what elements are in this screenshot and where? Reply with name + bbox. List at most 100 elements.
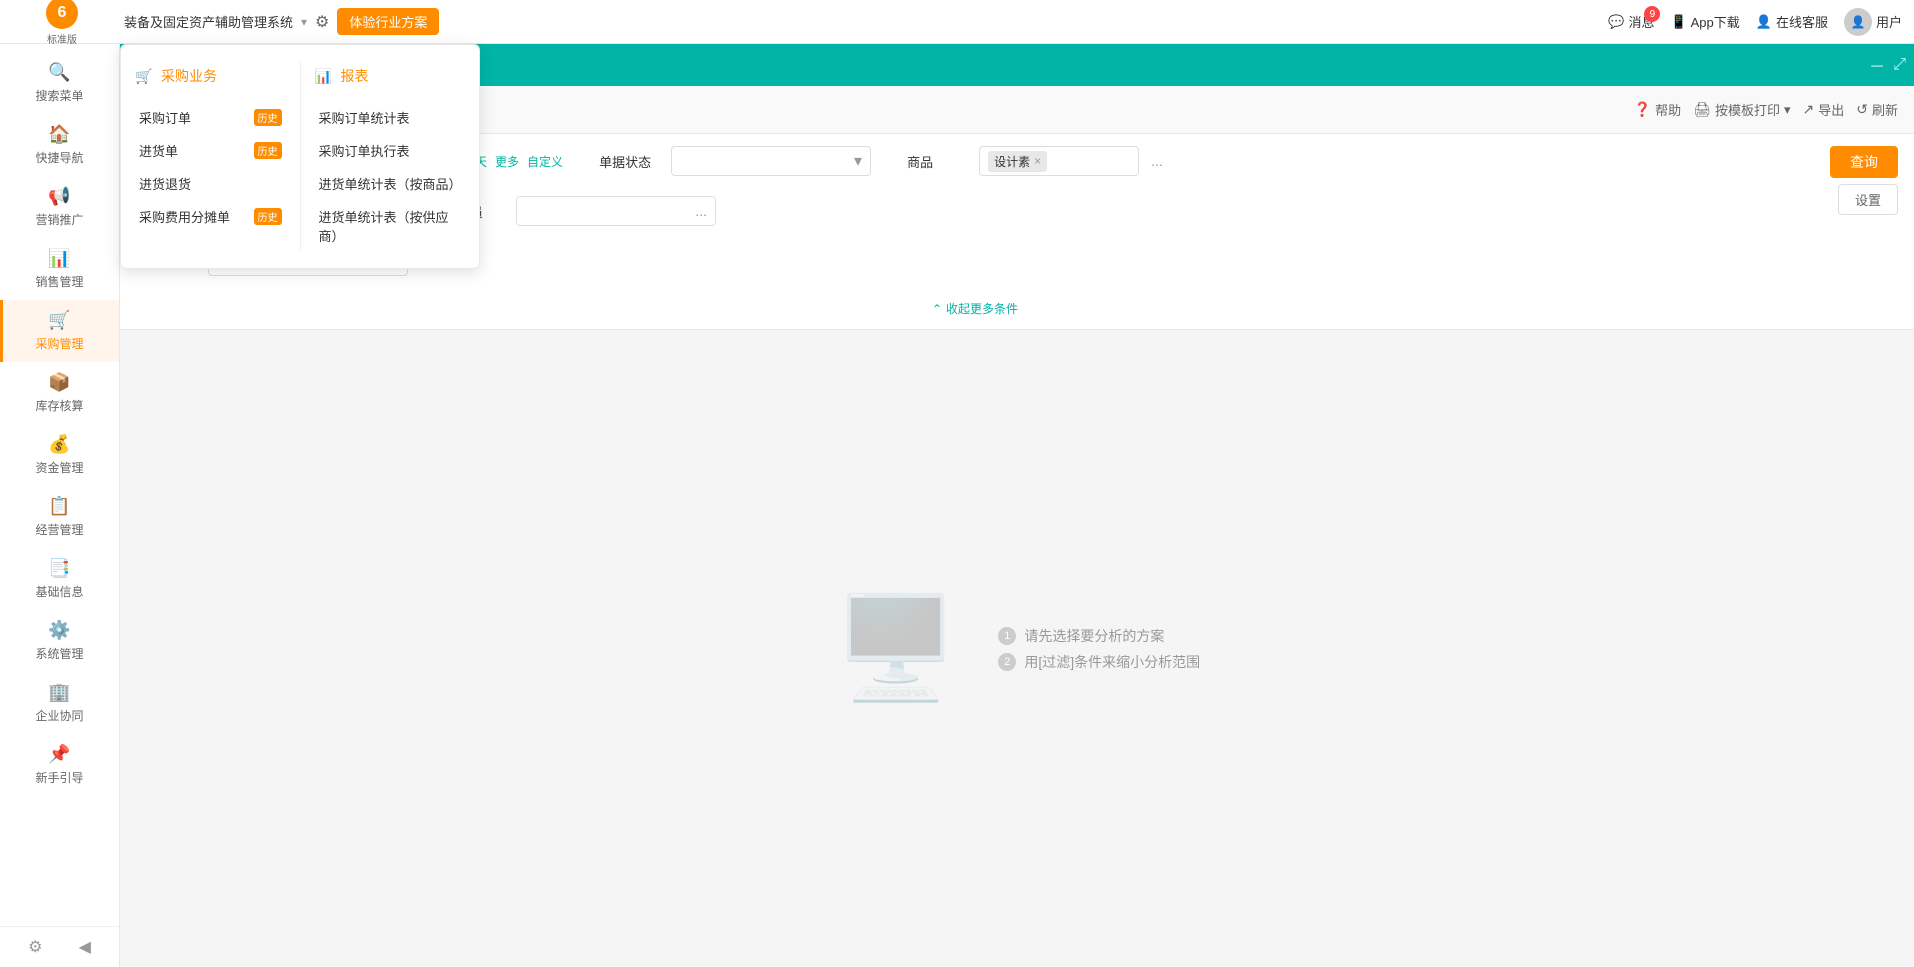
dropdown-item-receipt-stats-goods[interactable]: 进货单统计表（按商品） [313,167,468,200]
sidebar-label-guide: 新手引导 [35,769,83,786]
sidebar-item-purchase[interactable]: 🛒 采购管理 [0,300,119,362]
dropdown-item-order-exec[interactable]: 采购订单执行表 [313,134,468,167]
service-icon: 👤 [1756,14,1772,30]
sidebar-item-quick-nav[interactable]: 🏠 快捷导航 [0,114,119,176]
purchase-icon: 🛒 [48,310,70,331]
dropdown-col-reports-title: 📊 报表 [313,61,468,91]
sidebar-item-inventory[interactable]: 📦 库存核算 [0,362,119,424]
empty-state: 🖥️ 1 请先选择要分析的方案 2 用[过滤]条件来缩小分析范围 [120,330,1914,967]
refresh-icon: ↺ [1856,101,1868,118]
user-item[interactable]: 👤 用户 [1844,8,1902,36]
print-icon: 🖨 [1693,101,1711,118]
refresh-btn[interactable]: ↺ 刷新 [1856,100,1898,119]
sidebar-label-purchase: 采购管理 [35,335,83,352]
gear-icon[interactable]: ⚙ [315,12,329,32]
search-icon: 🔍 [48,62,70,83]
notification-item[interactable]: 💬 消息 9 [1608,12,1654,31]
notification-badge: 9 [1644,6,1660,22]
avatar: 👤 [1844,8,1872,36]
main-layout: 🔍 搜索菜单 🏠 快捷导航 📢 营销推广 📊 销售管理 🛒 采购管理 📦 库存核… [0,44,1914,967]
print-arrow-icon[interactable]: ▾ [1784,102,1791,118]
sidebar-item-operations[interactable]: 📋 经营管理 [0,486,119,548]
dropdown-item-purchase-order[interactable]: 采购订单 历史 [133,101,288,134]
logo-icon: 6 [46,0,78,29]
export-icon: ↗ [1803,101,1815,118]
dropdown-item-order-stats[interactable]: 采购订单统计表 [313,101,468,134]
sidebar-collapse-btn[interactable]: ◀ [79,937,91,957]
industry-button[interactable]: 体验行业方案 [337,8,439,35]
sidebar: 🔍 搜索菜单 🏠 快捷导航 📢 营销推广 📊 销售管理 🛒 采购管理 📦 库存核… [0,44,120,967]
dropdown-arrow-icon[interactable]: ▾ [301,15,307,29]
dropdown-col-purchase-title: 🛒 采购业务 [133,61,288,91]
sidebar-item-sales[interactable]: 📊 销售管理 [0,238,119,300]
sidebar-label-system: 系统管理 [35,645,83,662]
basic-info-icon: 📑 [48,558,70,579]
sidebar-settings-btn[interactable]: ⚙ [28,937,42,957]
phone-icon: 📱 [1670,14,1686,30]
sidebar-bottom: ⚙ ◀ [0,926,119,967]
dropdown-col-purchase: 🛒 采购业务 采购订单 历史 进货单 历史 进货退货 采购费用分摊单 历史 [121,53,300,260]
history-badge: 历史 [254,109,282,126]
sales-icon: 📊 [48,248,70,269]
shortcut-custom[interactable]: 自定义 [527,153,563,170]
tab-bar-right: － ⤢ [1861,44,1914,86]
goods-select[interactable]: 设计素 × [979,146,1139,176]
sidebar-item-guide[interactable]: 📌 新手引导 [0,734,119,796]
history-badge-3: 历史 [254,208,282,225]
collapse-btn[interactable]: ⌃ 收起更多条件 [136,300,1814,317]
help-btn[interactable]: ❓ 帮助 [1634,100,1681,119]
tab-maximize-icon[interactable]: ⤢ [1893,56,1906,74]
guide-icon: 📌 [48,744,70,765]
goods-more-btn[interactable]: ... [1151,153,1163,169]
sidebar-label-marketing: 营销推广 [35,211,83,228]
online-service-item[interactable]: 👤 在线客服 [1756,12,1828,31]
system-info: 装备及固定资产辅助管理系统 ▾ ⚙ 体验行业方案 [124,8,1608,35]
goods-tag-close[interactable]: × [1034,154,1041,168]
sidebar-item-marketing[interactable]: 📢 营销推广 [0,176,119,238]
empty-tip-2: 2 用[过滤]条件来缩小分析范围 [998,652,1200,672]
sidebar-label-basic-info: 基础信息 [35,583,83,600]
sidebar-item-finance[interactable]: 💰 资金管理 [0,424,119,486]
status-select[interactable]: ▾ [671,146,871,176]
settings-button[interactable]: 设置 [1838,184,1898,215]
salesman-select[interactable]: ... [516,196,716,226]
salesman-more-btn[interactable]: ... [695,203,707,219]
sidebar-label-inventory: 库存核算 [35,397,83,414]
sidebar-label-search: 搜索菜单 [35,87,83,104]
system-icon: ⚙️ [48,620,70,641]
reports-col-icon: 📊 [313,65,335,87]
sidebar-item-basic-info[interactable]: 📑 基础信息 [0,548,119,610]
shortcut-more[interactable]: 更多 [495,153,519,170]
dropdown-item-purchase-cost[interactable]: 采购费用分摊单 历史 [133,200,288,233]
sidebar-label-quick-nav: 快捷导航 [35,149,83,166]
purchase-dropdown-menu: 🛒 采购业务 采购订单 历史 进货单 历史 进货退货 采购费用分摊单 历史 📊 [120,44,480,269]
history-badge-2: 历史 [254,142,282,159]
enterprise-icon: 🏢 [48,682,70,703]
purchase-col-icon: 🛒 [133,65,155,87]
help-icon: ❓ [1634,101,1651,118]
finance-icon: 💰 [48,434,70,455]
goods-tag: 设计素 × [988,151,1047,172]
sidebar-label-operations: 经营管理 [35,521,83,538]
print-btn[interactable]: 🖨 按模板打印 ▾ [1693,100,1790,119]
filter-actions: 查询 设置 [1830,146,1898,215]
dropdown-item-receipt-stats-supplier[interactable]: 进货单统计表（按供应商） [313,200,468,252]
export-btn[interactable]: ↗ 导出 [1803,100,1845,119]
sidebar-item-system[interactable]: ⚙️ 系统管理 [0,610,119,672]
app-download-item[interactable]: 📱 App下载 [1670,12,1739,31]
query-button[interactable]: 查询 [1830,146,1898,178]
top-bar-right: 💬 消息 9 📱 App下载 👤 在线客服 👤 用户 [1608,8,1902,36]
sidebar-item-enterprise[interactable]: 🏢 企业协同 [0,672,119,734]
dropdown-item-goods-receipt[interactable]: 进货单 历史 [133,134,288,167]
tab-minimize-icon[interactable]: － [1869,53,1885,77]
marketing-icon: 📢 [48,186,70,207]
sidebar-item-search[interactable]: 🔍 搜索菜单 [0,52,119,114]
inventory-icon: 📦 [48,372,70,393]
empty-tip-1: 1 请先选择要分析的方案 [998,626,1200,646]
status-dropdown-icon: ▾ [854,151,862,171]
dropdown-item-goods-return[interactable]: 进货退货 [133,167,288,200]
logo-subtitle: 标准版 [47,31,77,46]
chevron-up-icon: ⌃ [932,302,942,316]
system-name: 装备及固定资产辅助管理系统 [124,12,293,31]
empty-illustration: 🖥️ [834,590,959,707]
